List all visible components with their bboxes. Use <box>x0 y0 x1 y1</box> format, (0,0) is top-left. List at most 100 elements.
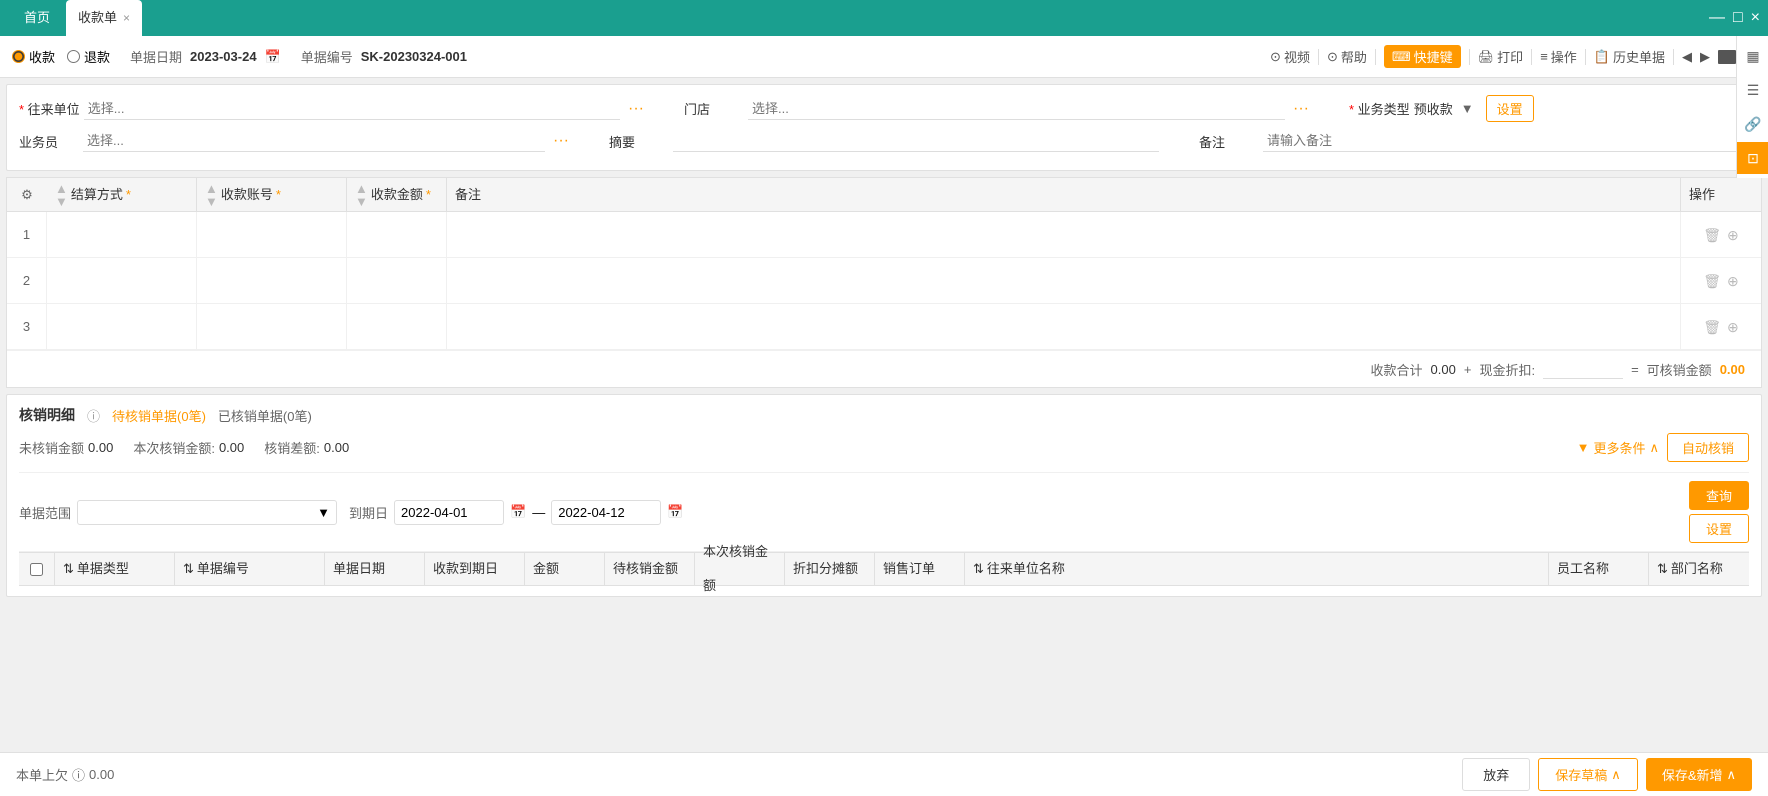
refund-radio-input[interactable] <box>67 50 80 63</box>
counterpart-input[interactable] <box>84 98 620 120</box>
row-amount-2[interactable] <box>347 258 447 304</box>
more-conditions-label: 更多条件 <box>1593 438 1645 457</box>
summary-row: 收款合计 0.00 + 现金折扣: = 可核销金额 0.00 <box>7 350 1761 387</box>
col-settings-icon[interactable]: ⚙ <box>7 187 47 203</box>
minimize-btn[interactable]: — <box>1709 9 1725 27</box>
biz-type-dropdown-icon[interactable]: ▼ <box>1461 101 1474 116</box>
delete-icon-3[interactable]: 🗑 <box>1703 304 1721 350</box>
verify-tab-pending[interactable]: 待核销单据(0笔) <box>112 406 206 425</box>
shortcut-btn[interactable]: ⌨ 快捷键 <box>1384 45 1461 68</box>
row-remark-1[interactable] <box>447 212 1681 258</box>
th-action: 操作 <box>1681 178 1761 212</box>
tab-home[interactable]: 首页 <box>8 0 66 36</box>
select-all-checkbox[interactable] <box>30 563 43 576</box>
maximize-btn[interactable]: □ <box>1733 9 1743 27</box>
form-row-1: 往来单位 ··· 门店 ··· 业务类型 预收款 ▼ 设置 <box>19 95 1749 122</box>
receipt-radio[interactable]: 收款 <box>12 47 55 66</box>
row-amount-3[interactable] <box>347 304 447 350</box>
rp-expand-icon[interactable]: ⊡ <box>1737 142 1768 174</box>
row-settlement-2[interactable] <box>47 258 197 304</box>
remark-input[interactable] <box>1263 130 1749 152</box>
prev-nav-btn[interactable]: ◀ <box>1682 49 1692 65</box>
prev-due-value: 0.00 <box>89 767 114 782</box>
copy-icon-2[interactable]: ⊕ <box>1727 258 1739 304</box>
row-num-2: 2 <box>7 258 47 304</box>
range-dropdown-icon: ▼ <box>317 505 330 520</box>
sort-from-icon: ⇅ <box>973 552 984 586</box>
info-icon[interactable]: ⓘ <box>72 765 85 784</box>
shop-more-icon[interactable]: ··· <box>1293 100 1309 118</box>
rp-doc-icon[interactable]: ☰ <box>1737 74 1768 106</box>
operation-btn[interactable]: ≡ 操作 <box>1540 47 1577 66</box>
row-remark-3[interactable] <box>447 304 1681 350</box>
date-from-input[interactable] <box>394 500 504 525</box>
counterpart-more-icon[interactable]: ··· <box>628 100 644 118</box>
discount-input[interactable] <box>1543 359 1623 379</box>
filter-date-group: 到期日 📅 — 📅 <box>349 500 683 525</box>
next-nav-btn[interactable]: ▶ <box>1700 49 1710 65</box>
shop-input[interactable] <box>748 98 1285 120</box>
row-num-3: 3 <box>7 304 47 350</box>
auto-verify-btn[interactable]: 自动核销 <box>1667 433 1749 462</box>
row-account-2[interactable] <box>197 258 347 304</box>
video-btn[interactable]: ⊙ 视频 <box>1270 47 1310 66</box>
rp-link-icon[interactable]: 🔗 <box>1737 108 1768 140</box>
row-settlement-3[interactable] <box>47 304 197 350</box>
close-btn[interactable]: × <box>1751 9 1760 27</box>
current-verify-amount: 本次核销金额: 0.00 <box>133 438 244 457</box>
filter-setting-btn[interactable]: 设置 <box>1689 514 1749 543</box>
row-settlement-1[interactable] <box>47 212 197 258</box>
help-btn[interactable]: ⊙ 帮助 <box>1327 47 1367 66</box>
form-row-2: 业务员 ··· 摘要 备注 <box>19 130 1749 152</box>
refund-radio[interactable]: 退款 <box>67 47 110 66</box>
receipt-radio-input[interactable] <box>12 50 25 63</box>
verify-amount-value: 0.00 <box>1720 362 1745 377</box>
row-remark-2[interactable] <box>447 258 1681 304</box>
verify-info-icon[interactable]: ⓘ <box>87 406 100 425</box>
copy-icon-1[interactable]: ⊕ <box>1727 212 1739 258</box>
dth-pending: 待核销金额 <box>605 552 695 586</box>
calendar-from-icon[interactable]: 📅 <box>510 504 526 520</box>
date-to-input[interactable] <box>551 500 661 525</box>
verify-tab-done[interactable]: 已核销单据(0笔) <box>218 406 312 425</box>
tab-close-icon[interactable]: × <box>123 0 130 36</box>
calendar-to-icon[interactable]: 📅 <box>667 504 683 520</box>
row-account-1[interactable] <box>197 212 347 258</box>
history-icon: 📋 <box>1594 49 1610 65</box>
salesperson-more-icon[interactable]: ··· <box>553 132 569 150</box>
dth-order: 销售订单 <box>875 552 965 586</box>
salesperson-input[interactable] <box>83 130 545 152</box>
history-btn[interactable]: 📋 历史单据 <box>1594 47 1665 66</box>
rp-table-icon[interactable]: ▦ <box>1737 40 1768 72</box>
verify-diff: 核销差额: 0.00 <box>264 438 349 457</box>
doc-date-calendar-icon[interactable]: 📅 <box>265 49 281 65</box>
more-conditions-btn[interactable]: ▼ 更多条件 ∧ <box>1577 438 1659 457</box>
setting-button[interactable]: 设置 <box>1486 95 1534 122</box>
shop-group: 门店 ··· <box>684 98 1309 120</box>
dth-from: ⇅ 往来单位名称 <box>965 552 1549 586</box>
save-new-label: 保存&新增 <box>1662 765 1723 784</box>
print-btn[interactable]: 🖨 打印 <box>1478 47 1524 66</box>
abandon-btn[interactable]: 放弃 <box>1462 758 1530 791</box>
divider5 <box>1585 49 1586 65</box>
tab-receipt[interactable]: 收款单 × <box>66 0 142 36</box>
layout-icon-list[interactable] <box>1718 50 1736 64</box>
filter-range-select[interactable]: ▼ <box>77 500 337 525</box>
save-draft-arrow-icon: ∧ <box>1611 767 1621 783</box>
collapse-icon: ∧ <box>1649 440 1659 456</box>
print-label: 打印 <box>1497 47 1523 66</box>
copy-icon-3[interactable]: ⊕ <box>1727 304 1739 350</box>
row-account-3[interactable] <box>197 304 347 350</box>
table-header: ⚙ ▲▼ 结算方式 * ▲▼ 收款账号 * ▲▼ 收款金额 * 备注 操作 <box>7 178 1761 212</box>
query-btn[interactable]: 查询 <box>1689 481 1749 510</box>
total-label: 收款合计 <box>1371 360 1423 379</box>
delete-icon-2[interactable]: 🗑 <box>1703 258 1721 304</box>
save-draft-btn[interactable]: 保存草稿 ∧ <box>1538 758 1638 791</box>
row-amount-1[interactable] <box>347 212 447 258</box>
row-action-2: 🗑 ⊕ <box>1681 258 1761 304</box>
save-new-btn[interactable]: 保存&新增 ∧ <box>1646 758 1752 791</box>
verify-stats: 未核销金额 0.00 本次核销金额: 0.00 核销差额: 0.00 ▼ 更多条… <box>19 433 1749 462</box>
abstract-input[interactable] <box>673 130 1159 152</box>
delete-icon-1[interactable]: 🗑 <box>1703 212 1721 258</box>
sort-settlement-icon: ▲▼ <box>55 182 68 208</box>
